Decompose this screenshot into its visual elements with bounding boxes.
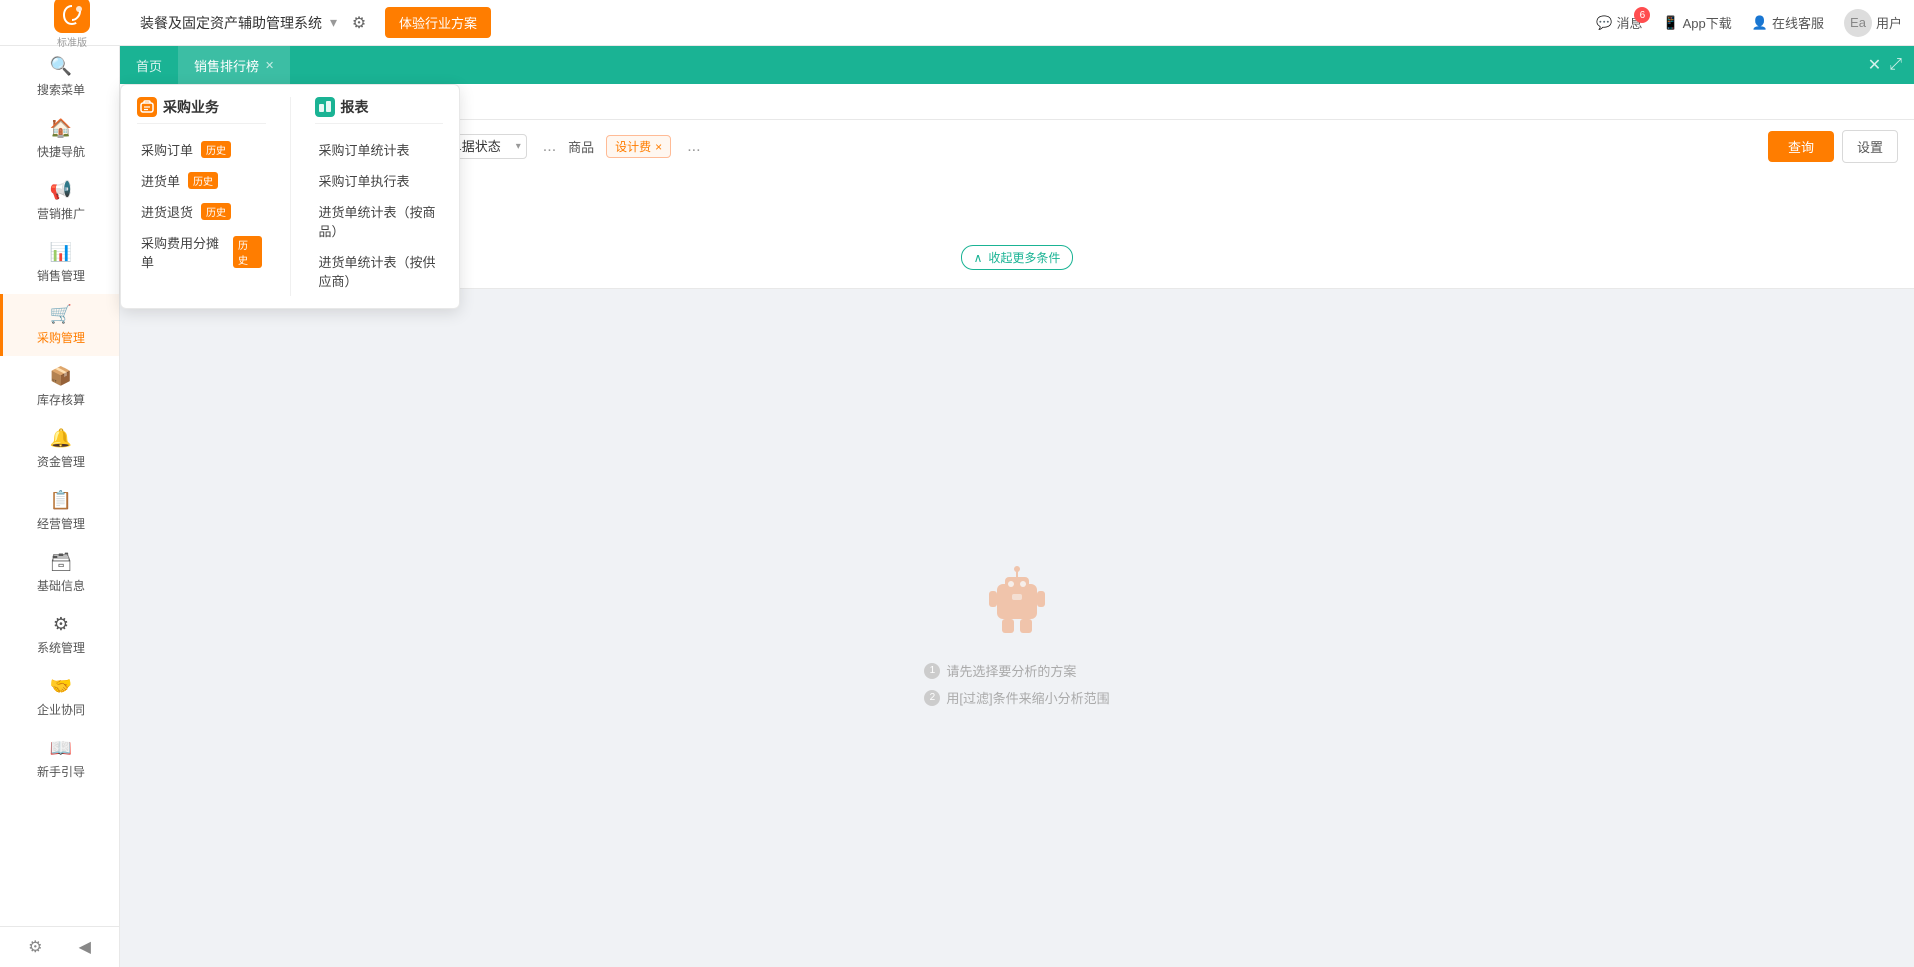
user-avatar: Ea	[1844, 9, 1872, 37]
tab-home[interactable]: 首页	[120, 46, 178, 84]
query-btn[interactable]: 查询	[1768, 131, 1834, 162]
purchase-icon: 🛒	[50, 304, 72, 325]
phone-icon: 📱	[1662, 15, 1678, 31]
dropdown-item-purchase-order-stat[interactable]: 采购订单统计表	[315, 134, 444, 165]
dropdown-item-expense[interactable]: 采购费用分摊单 历史	[137, 227, 266, 277]
service-icon: 👤	[1752, 15, 1768, 31]
message-badge: 6	[1634, 7, 1650, 23]
purchase-col-icon	[137, 97, 157, 117]
tab-bar-right: ✕ ⤢	[1868, 55, 1914, 75]
history-badge-1: 历史	[201, 141, 231, 158]
top-bar: 标准版 装餐及固定资产辅助管理系统 ▾ ⚙ 体验行业方案 💬 消息 6 📱 Ap…	[0, 0, 1914, 46]
tab-resize-icon[interactable]: ⤢	[1889, 56, 1902, 74]
dropdown-item-purchase-order-exec[interactable]: 采购订单执行表	[315, 165, 444, 196]
dropdown-report-title: 报表	[315, 97, 444, 124]
newguide-icon: 📖	[50, 738, 72, 759]
enterprise-icon: 🤝	[50, 676, 72, 697]
basic-icon: 🗃	[50, 552, 73, 573]
sidebar-collapse-btn[interactable]: ◀	[79, 937, 91, 957]
empty-tip-2: 2 用[过滤]条件来缩小分析范围	[924, 688, 1109, 707]
dropdown-report-col: 报表 采购订单统计表 采购订单执行表 进货单统计表（按商品） 进货单统计表（按供…	[315, 97, 444, 296]
sidebar-item-marketing[interactable]: 📢 营销推广	[0, 170, 119, 232]
tab-close-all-icon[interactable]: ✕	[1868, 55, 1881, 75]
dropdown-purchase-col: 采购业务 采购订单 历史 进货单 历史 进货退货 历史 采购费用分摊单 历史	[137, 97, 266, 296]
home-icon: 🏠	[50, 118, 72, 139]
tab-close-icon[interactable]: ✕	[265, 59, 274, 72]
operations-icon: 📋	[50, 490, 72, 511]
history-badge-4: 历史	[233, 236, 261, 268]
sidebar-item-sales[interactable]: 📊 销售管理	[0, 232, 119, 294]
sidebar-item-finance[interactable]: 🔔 资金管理	[0, 418, 119, 480]
tab-bar: 首页 销售排行榜 ✕ ✕ ⤢	[120, 46, 1914, 84]
app-title: 装餐及固定资产辅助管理系统 ▾	[140, 13, 337, 33]
history-badge-2: 历史	[188, 172, 218, 189]
message-icon: 💬	[1596, 15, 1612, 31]
dropdown-divider	[290, 97, 291, 296]
sidebar-item-system[interactable]: ⚙ 系统管理	[0, 604, 119, 666]
marketing-icon: 📢	[50, 180, 72, 201]
empty-tip-1: 1 请先选择要分析的方案	[924, 661, 1109, 680]
sidebar: 🔍 搜索菜单 🏠 快捷导航 📢 营销推广 📊 销售管理 🛒 采购管理 📦 库存核…	[0, 46, 120, 967]
sidebar-item-shortcut[interactable]: 🏠 快捷导航	[0, 108, 119, 170]
online-service-btn[interactable]: 👤 在线客服	[1752, 13, 1824, 32]
goods-tag-remove[interactable]: ×	[655, 140, 662, 154]
history-badge-3: 历史	[201, 203, 231, 220]
logo-icon	[54, 0, 90, 33]
app-logo: 标准版	[12, 0, 132, 49]
tip-num-1: 1	[924, 663, 940, 679]
settings-btn[interactable]: 设置	[1842, 130, 1898, 163]
sidebar-item-newguide[interactable]: 📖 新手引导	[0, 728, 119, 790]
sidebar-bottom: ⚙ ◀	[0, 926, 119, 967]
sidebar-item-enterprise[interactable]: 🤝 企业协同	[0, 666, 119, 728]
system-icon: ⚙	[53, 614, 69, 635]
dropdown-item-incoming-stat-goods[interactable]: 进货单统计表（按商品）	[315, 196, 444, 246]
dropdown-menu: 采购业务 采购订单 历史 进货单 历史 进货退货 历史 采购费用分摊单 历史	[120, 84, 460, 309]
messages-btn[interactable]: 💬 消息 6	[1596, 13, 1642, 32]
sidebar-settings-btn[interactable]: ⚙	[28, 937, 42, 957]
tip-num-2: 2	[924, 690, 940, 706]
collapse-btn[interactable]: ∧ 收起更多条件	[961, 245, 1074, 270]
report-col-icon	[315, 97, 335, 117]
goods-label: 商品	[568, 137, 594, 156]
bill-status-dots[interactable]: ...	[543, 138, 556, 156]
goods-tag: 设计费 ×	[606, 135, 671, 158]
content-area: 首页 销售排行榜 ✕ ✕ ⤢ ? 帮助 🖨 按模板打印	[120, 46, 1914, 967]
sales-icon: 📊	[50, 242, 72, 263]
finance-icon: 🔔	[50, 428, 72, 449]
empty-tips: 1 请先选择要分析的方案 2 用[过滤]条件来缩小分析范围	[924, 661, 1109, 707]
topbar-right: 💬 消息 6 📱 App下载 👤 在线客服 Ea 用户	[1596, 9, 1902, 37]
empty-illustration	[967, 549, 1067, 649]
filter-bar-right: 查询 设置	[1768, 130, 1898, 163]
user-btn[interactable]: Ea 用户	[1844, 9, 1902, 37]
empty-state: 1 请先选择要分析的方案 2 用[过滤]条件来缩小分析范围	[120, 289, 1914, 967]
logo-subtitle: 标准版	[57, 34, 87, 49]
main-layout: 🔍 搜索菜单 🏠 快捷导航 📢 营销推广 📊 销售管理 🛒 采购管理 📦 库存核…	[0, 46, 1914, 967]
app-download-btn[interactable]: 📱 App下载	[1662, 13, 1731, 32]
sidebar-item-search[interactable]: 🔍 搜索菜单	[0, 46, 119, 108]
search-icon: 🔍	[50, 56, 72, 77]
sidebar-item-basic[interactable]: 🗃 基础信息	[0, 542, 119, 604]
goods-dots[interactable]: ...	[687, 138, 700, 156]
sidebar-item-operations[interactable]: 📋 经营管理	[0, 480, 119, 542]
sidebar-item-inventory[interactable]: 📦 库存核算	[0, 356, 119, 418]
settings-icon[interactable]: ⚙	[345, 9, 373, 37]
dropdown-purchase-title: 采购业务	[137, 97, 266, 124]
dropdown-item-incoming-stat-supplier[interactable]: 进货单统计表（按供应商）	[315, 246, 444, 296]
dropdown-item-return[interactable]: 进货退货 历史	[137, 196, 266, 227]
tab-sales-rank[interactable]: 销售排行榜 ✕	[178, 46, 290, 84]
collapse-icon: ∧	[974, 251, 983, 265]
title-dropdown-icon[interactable]: ▾	[330, 14, 337, 31]
sidebar-item-purchase[interactable]: 🛒 采购管理	[0, 294, 119, 356]
dropdown-item-incoming[interactable]: 进货单 历史	[137, 165, 266, 196]
industry-btn[interactable]: 体验行业方案	[385, 7, 491, 38]
dropdown-item-purchase-order[interactable]: 采购订单 历史	[137, 134, 266, 165]
inventory-icon: 📦	[50, 366, 72, 387]
